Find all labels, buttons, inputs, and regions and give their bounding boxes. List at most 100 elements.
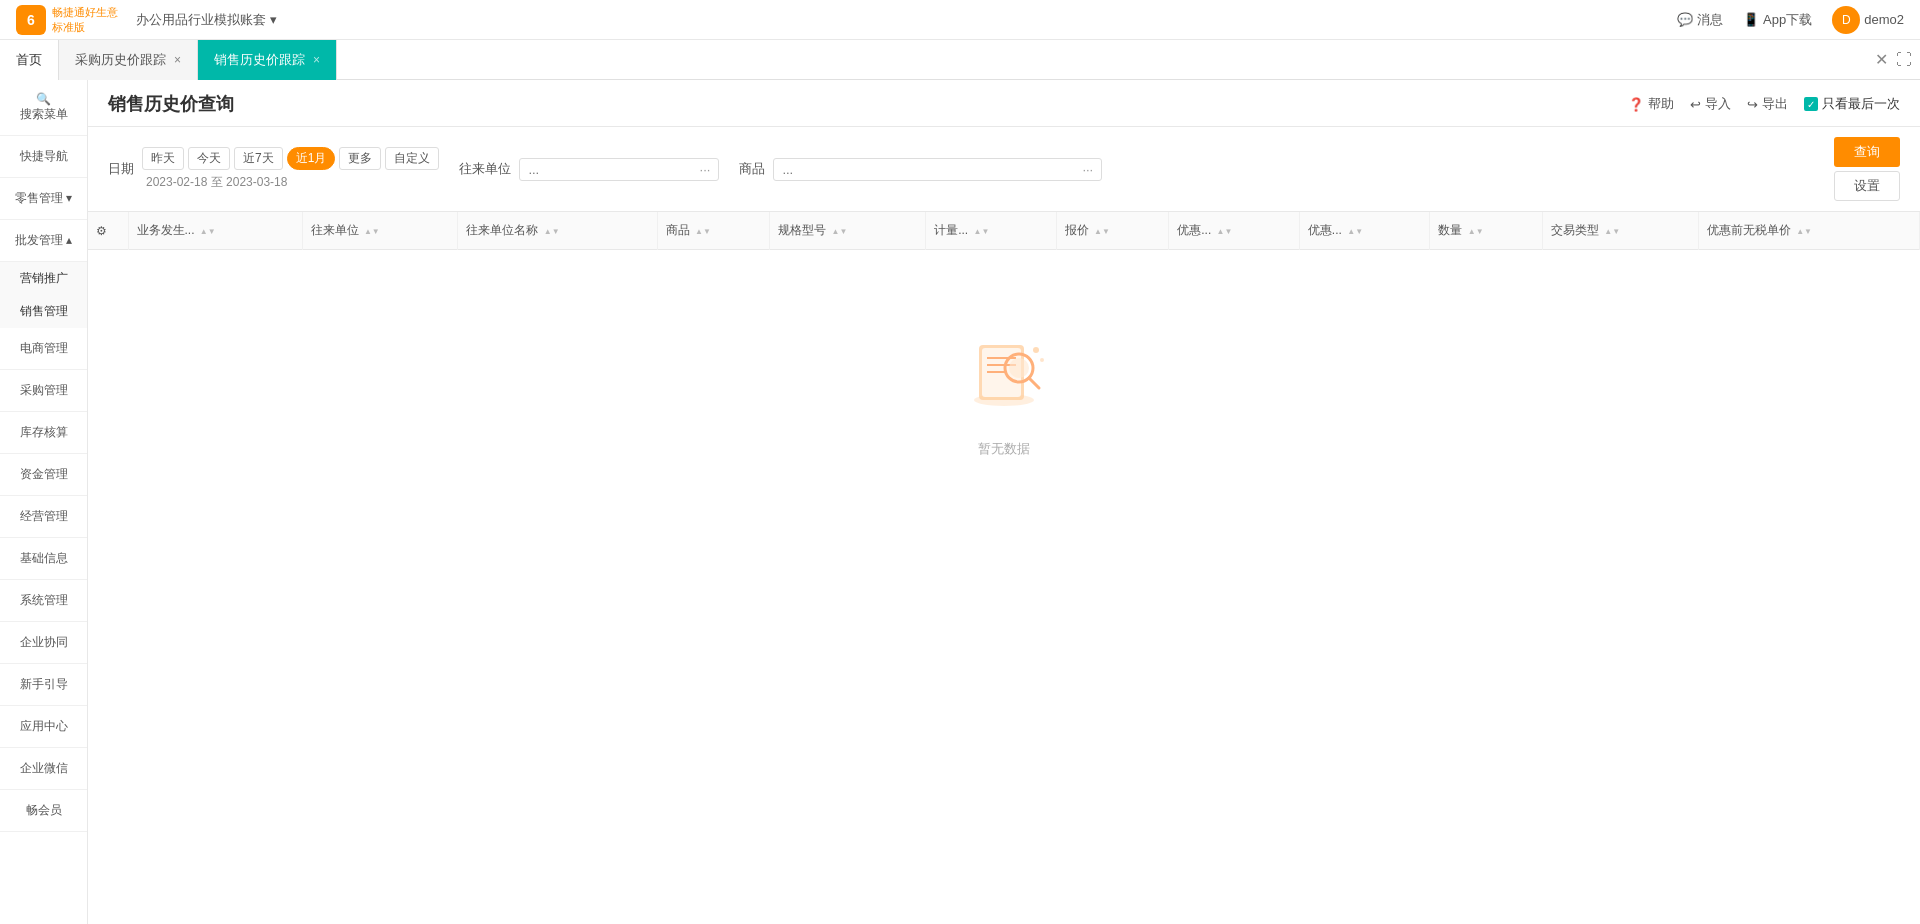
logo-icon: 6 bbox=[16, 5, 46, 35]
goods-input-wrapper: ··· bbox=[773, 158, 1102, 181]
th-partner-name[interactable]: 往来单位名称 ▲▼ bbox=[458, 212, 657, 250]
sidebar-item-enterprise[interactable]: 企业协同 bbox=[0, 622, 87, 664]
goods-input[interactable] bbox=[782, 162, 1082, 177]
goods-label: 商品 bbox=[739, 160, 765, 178]
sort-icon: ▲▼ bbox=[832, 227, 848, 236]
sidebar-sub-marketing[interactable]: 营销推广 bbox=[0, 262, 87, 295]
sidebar-item-enterprise-wechat[interactable]: 企业微信 bbox=[0, 748, 87, 790]
th-biz-date[interactable]: 业务发生... ▲▼ bbox=[128, 212, 302, 250]
date-label: 日期 bbox=[108, 160, 134, 178]
content-area: 销售历史价查询 ❓ 帮助 ↩ 导入 ↪ 导出 ✓ bbox=[88, 80, 1920, 924]
sidebar-sub-sales-mgmt[interactable]: 销售管理 bbox=[0, 295, 87, 328]
th-goods[interactable]: 商品 ▲▼ bbox=[657, 212, 769, 250]
sidebar-item-system[interactable]: 系统管理 bbox=[0, 580, 87, 622]
data-table: ⚙ 业务发生... ▲▼ 往来单位 ▲▼ 往来单位名称 ▲▼ bbox=[88, 212, 1920, 250]
topbar-left: 6 畅捷通好生意 标准版 办公用品行业模拟账套 ▾ bbox=[16, 5, 285, 35]
logo-text: 畅捷通好生意 标准版 bbox=[52, 5, 118, 34]
sidebar-item-finance[interactable]: 资金管理 bbox=[0, 454, 87, 496]
empty-state: 暂无数据 bbox=[88, 250, 1920, 538]
chevron-down-icon: ▾ bbox=[66, 191, 72, 205]
date-btn-7days[interactable]: 近7天 bbox=[234, 147, 283, 170]
tab-purchase[interactable]: 采购历史价跟踪 × bbox=[59, 40, 198, 80]
sidebar-item-search[interactable]: 🔍 搜索菜单 bbox=[0, 80, 87, 136]
help-icon: ❓ bbox=[1628, 97, 1644, 112]
th-spec[interactable]: 规格型号 ▲▼ bbox=[770, 212, 926, 250]
date-buttons: 昨天 今天 近7天 近1月 更多 自定义 bbox=[142, 147, 439, 170]
sort-icon: ▲▼ bbox=[1468, 227, 1484, 236]
message-btn[interactable]: 💬 消息 bbox=[1677, 11, 1723, 29]
app-selector[interactable]: 办公用品行业模拟账套 ▾ bbox=[128, 9, 285, 31]
sidebar-item-newbie[interactable]: 新手引导 bbox=[0, 664, 87, 706]
sort-icon: ▲▼ bbox=[974, 227, 990, 236]
sidebar-item-retail[interactable]: 零售管理 ▾ bbox=[0, 178, 87, 220]
chevron-down-icon: ▾ bbox=[270, 12, 277, 27]
sort-icon: ▲▼ bbox=[364, 227, 380, 236]
sidebar-item-vip[interactable]: 畅会员 bbox=[0, 790, 87, 832]
date-btn-today[interactable]: 今天 bbox=[188, 147, 230, 170]
sidebar-item-app-center[interactable]: 应用中心 bbox=[0, 706, 87, 748]
partner-input[interactable] bbox=[528, 162, 699, 177]
date-btn-yesterday[interactable]: 昨天 bbox=[142, 147, 184, 170]
maximize-btn[interactable]: ⛶ bbox=[1896, 51, 1912, 69]
sidebar-item-purchase[interactable]: 采购管理 bbox=[0, 370, 87, 412]
tab-home[interactable]: 首页 bbox=[0, 40, 59, 80]
svg-line-8 bbox=[1029, 378, 1039, 388]
th-qty[interactable]: 数量 ▲▼ bbox=[1430, 212, 1542, 250]
import-btn[interactable]: ↩ 导入 bbox=[1690, 95, 1731, 113]
th-quote[interactable]: 报价 ▲▼ bbox=[1056, 212, 1168, 250]
page-header: 销售历史价查询 ❓ 帮助 ↩ 导入 ↪ 导出 ✓ bbox=[88, 80, 1920, 127]
goods-picker-btn[interactable]: ··· bbox=[1082, 162, 1093, 177]
settings-button[interactable]: 设置 bbox=[1834, 171, 1900, 201]
sort-icon: ▲▼ bbox=[1347, 227, 1363, 236]
sidebar-item-wholesale[interactable]: 批发管理 ▴ bbox=[0, 220, 87, 262]
sidebar-item-operations[interactable]: 经营管理 bbox=[0, 496, 87, 538]
empty-text: 暂无数据 bbox=[978, 440, 1030, 458]
partner-input-wrapper: ··· bbox=[519, 158, 719, 181]
user-menu[interactable]: D demo2 bbox=[1832, 6, 1904, 34]
partner-picker-btn[interactable]: ··· bbox=[700, 162, 711, 177]
help-btn[interactable]: ❓ 帮助 bbox=[1628, 95, 1674, 113]
th-trade-type[interactable]: 交易类型 ▲▼ bbox=[1542, 212, 1698, 250]
sort-icon: ▲▼ bbox=[1217, 227, 1233, 236]
close-tab-btn[interactable]: ✕ bbox=[1875, 50, 1888, 69]
date-range-display: 2023-02-18 至 2023-03-18 bbox=[146, 174, 439, 191]
only-last-checkbox[interactable]: ✓ bbox=[1804, 97, 1818, 111]
tab-sales[interactable]: 销售历史价跟踪 × bbox=[198, 40, 337, 80]
sidebar-item-quick-nav[interactable]: 快捷导航 bbox=[0, 136, 87, 178]
sidebar-item-ecommerce[interactable]: 电商管理 bbox=[0, 328, 87, 370]
app-download-btn[interactable]: 📱 App下载 bbox=[1743, 11, 1812, 29]
filter-area: 日期 昨天 今天 近7天 近1月 更多 自定义 2023-02-18 至 202… bbox=[88, 127, 1920, 212]
sort-icon: ▲▼ bbox=[1604, 227, 1620, 236]
sidebar: 🔍 搜索菜单 快捷导航 零售管理 ▾ 批发管理 ▴ 营销推广 销售管理 电商管理… bbox=[0, 80, 88, 924]
download-icon: 📱 bbox=[1743, 12, 1759, 27]
export-btn[interactable]: ↪ 导出 bbox=[1747, 95, 1788, 113]
date-btn-more[interactable]: 更多 bbox=[339, 147, 381, 170]
query-button[interactable]: 查询 bbox=[1834, 137, 1900, 167]
th-unit[interactable]: 计量... ▲▼ bbox=[926, 212, 1057, 250]
tabbar-actions: ✕ ⛶ bbox=[1875, 50, 1920, 69]
logo-area: 6 畅捷通好生意 标准版 bbox=[16, 5, 118, 35]
date-btn-custom[interactable]: 自定义 bbox=[385, 147, 439, 170]
only-last-checkbox-label[interactable]: ✓ 只看最后一次 bbox=[1804, 95, 1900, 113]
sidebar-item-inventory[interactable]: 库存核算 bbox=[0, 412, 87, 454]
tabbar: 首页 采购历史价跟踪 × 销售历史价跟踪 × ✕ ⛶ bbox=[0, 40, 1920, 80]
th-pre-tax[interactable]: 优惠前无税单价 ▲▼ bbox=[1698, 212, 1919, 250]
tab-purchase-close[interactable]: × bbox=[174, 53, 181, 67]
table-area: ⚙ 业务发生... ▲▼ 往来单位 ▲▼ 往来单位名称 ▲▼ bbox=[88, 212, 1920, 924]
page-actions: ❓ 帮助 ↩ 导入 ↪ 导出 ✓ 只看最后一次 bbox=[1628, 95, 1900, 113]
date-btn-1month[interactable]: 近1月 bbox=[287, 147, 336, 170]
page-title-row: 销售历史价查询 ❓ 帮助 ↩ 导入 ↪ 导出 ✓ bbox=[108, 92, 1900, 126]
sort-icon: ▲▼ bbox=[695, 227, 711, 236]
th-settings[interactable]: ⚙ bbox=[88, 212, 128, 250]
th-discount2[interactable]: 优惠... ▲▼ bbox=[1299, 212, 1430, 250]
partner-label: 往来单位 bbox=[459, 160, 511, 178]
sort-icon: ▲▼ bbox=[544, 227, 560, 236]
svg-point-9 bbox=[1033, 347, 1039, 353]
partner-filter-group: 往来单位 ··· bbox=[459, 158, 719, 181]
th-discount1[interactable]: 优惠... ▲▼ bbox=[1169, 212, 1300, 250]
th-partner-code[interactable]: 往来单位 ▲▼ bbox=[302, 212, 458, 250]
tab-sales-close[interactable]: × bbox=[313, 53, 320, 67]
sidebar-item-basic-info[interactable]: 基础信息 bbox=[0, 538, 87, 580]
sort-icon: ▲▼ bbox=[200, 227, 216, 236]
topbar-right: 💬 消息 📱 App下载 D demo2 bbox=[1677, 6, 1904, 34]
